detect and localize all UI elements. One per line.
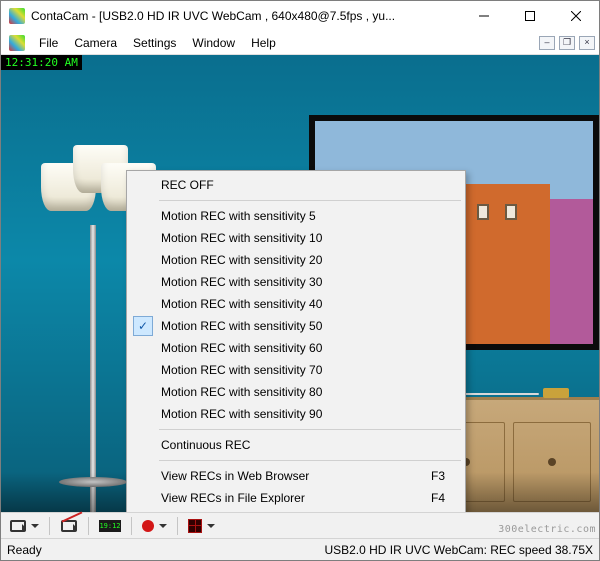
context-menu-shortcut: F4: [431, 491, 445, 505]
context-menu-label: REC OFF: [161, 178, 214, 192]
context-menu-label: Motion REC with sensitivity 30: [161, 275, 322, 289]
context-menu-separator: [159, 200, 461, 201]
context-menu-item[interactable]: Motion REC with sensitivity 80: [129, 381, 463, 403]
context-menu-label: Motion REC with sensitivity 90: [161, 407, 322, 421]
context-menu-item[interactable]: Motion REC with sensitivity 10: [129, 227, 463, 249]
titlebar: ContaCam - [USB2.0 HD IR UVC WebCam , 64…: [1, 1, 599, 31]
context-menu-shortcut: F3: [431, 469, 445, 483]
context-menu-item[interactable]: Motion REC with sensitivity 60: [129, 337, 463, 359]
close-icon: [571, 11, 581, 21]
status-right: USB2.0 HD IR UVC WebCam: REC speed 38.75…: [42, 543, 593, 557]
context-menu-item[interactable]: Motion REC with sensitivity 20: [129, 249, 463, 271]
context-menu-item[interactable]: REC OFF: [129, 174, 463, 196]
context-menu-item[interactable]: Motion REC with sensitivity 30: [129, 271, 463, 293]
toolbar-separator: [131, 517, 132, 535]
context-menu-item[interactable]: View RECs in Web Browser F3: [129, 465, 463, 487]
document-icon: [9, 35, 25, 51]
mdi-restore-button[interactable]: ❐: [559, 36, 575, 50]
context-menu-item[interactable]: Motion REC with sensitivity 90: [129, 403, 463, 425]
context-menu-item[interactable]: Motion REC with sensitivity 40: [129, 293, 463, 315]
menu-help[interactable]: Help: [243, 33, 284, 53]
context-menu-item[interactable]: View RECs in File Explorer F4: [129, 487, 463, 509]
timestamp-overlay: 12:31:20 AM: [1, 55, 82, 70]
context-menu-item[interactable]: Motion REC with sensitivity 70: [129, 359, 463, 381]
menu-window[interactable]: Window: [184, 33, 243, 53]
minimize-icon: [479, 11, 489, 21]
close-button[interactable]: [553, 1, 599, 31]
context-menu-item[interactable]: ✓ Motion REC with sensitivity 50: [129, 315, 463, 337]
toolbar-separator: [177, 517, 178, 535]
context-menu-item[interactable]: Continuous REC: [129, 434, 463, 456]
toolbar: 19:12: [1, 512, 599, 538]
context-menu-label: Continuous REC: [161, 438, 250, 452]
context-menu-separator: [159, 429, 461, 430]
context-menu-item[interactable]: Motion REC with sensitivity 5: [129, 205, 463, 227]
menubar: File Camera Settings Window Help – ❐ ×: [1, 31, 599, 55]
camera-viewport[interactable]: 12:31:20 AM REC OFF Motion REC with sensi…: [1, 55, 599, 512]
context-menu-label: Motion REC with sensitivity 70: [161, 363, 322, 377]
window-title: ContaCam - [USB2.0 HD IR UVC WebCam , 64…: [31, 9, 461, 23]
app-window: ContaCam - [USB2.0 HD IR UVC WebCam , 64…: [0, 0, 600, 561]
maximize-button[interactable]: [507, 1, 553, 31]
minimize-button[interactable]: [461, 1, 507, 31]
camera-off-button[interactable]: [55, 515, 83, 537]
toolbar-separator: [49, 517, 50, 535]
toolbar-separator: [88, 517, 89, 535]
statusbar: Ready USB2.0 HD IR UVC WebCam: REC speed…: [1, 538, 599, 560]
layout-dropdown-button[interactable]: [183, 515, 220, 537]
context-menu-label: Motion REC with sensitivity 40: [161, 297, 322, 311]
camera-off-icon: [61, 520, 77, 532]
mdi-minimize-button[interactable]: –: [539, 36, 555, 50]
context-menu-label: Motion REC with sensitivity 5: [161, 209, 316, 223]
record-icon: [142, 520, 154, 532]
context-menu-label: Motion REC with sensitivity 20: [161, 253, 322, 267]
timestamp-icon: 19:12: [99, 520, 121, 532]
context-menu-separator: [159, 460, 461, 461]
context-menu-label: Motion REC with sensitivity 80: [161, 385, 322, 399]
context-menu-label: Motion REC with sensitivity 50: [161, 319, 322, 333]
menu-camera[interactable]: Camera: [66, 33, 125, 53]
menu-settings[interactable]: Settings: [125, 33, 184, 53]
context-menu-label: View RECs in File Explorer: [161, 491, 305, 505]
sword-prop: [449, 384, 569, 402]
context-menu-label: Motion REC with sensitivity 10: [161, 231, 322, 245]
mdi-close-button[interactable]: ×: [579, 36, 595, 50]
grid-icon: [188, 519, 202, 533]
maximize-icon: [525, 11, 535, 21]
menu-file[interactable]: File: [31, 33, 66, 53]
check-icon: ✓: [133, 316, 153, 336]
rec-context-menu: REC OFF Motion REC with sensitivity 5 Moti…: [126, 170, 466, 512]
context-menu-label: View RECs in Web Browser: [161, 469, 309, 483]
context-menu-label: Motion REC with sensitivity 60: [161, 341, 322, 355]
record-dropdown-button[interactable]: [137, 515, 172, 537]
status-left: Ready: [7, 543, 42, 557]
camera-dropdown-button[interactable]: [5, 515, 44, 537]
camera-icon: [10, 520, 26, 532]
timestamp-toggle-button[interactable]: 19:12: [94, 515, 126, 537]
app-icon: [9, 8, 25, 24]
